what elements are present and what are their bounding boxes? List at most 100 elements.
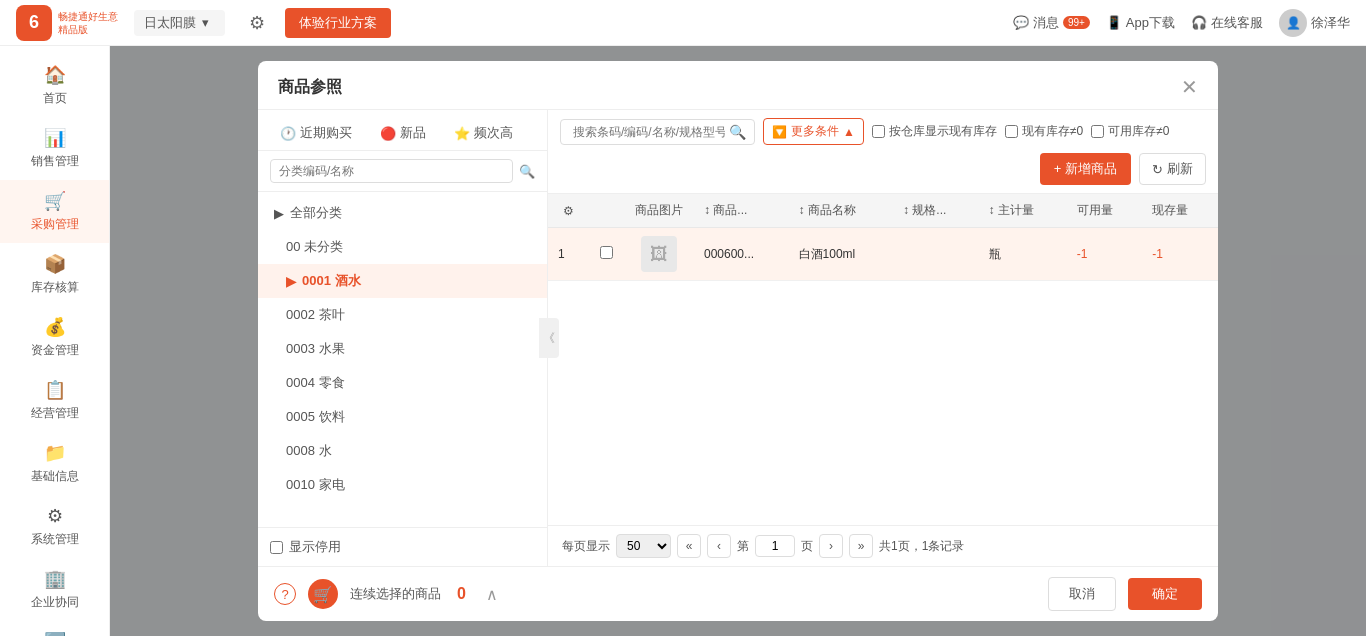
col-settings[interactable]: ⚙	[548, 194, 588, 228]
sidebar-item-label: 基础信息	[31, 468, 79, 485]
confirm-button[interactable]: 确定	[1128, 578, 1202, 610]
cell-check[interactable]	[588, 228, 624, 281]
refresh-button[interactable]: ↻ 刷新	[1139, 153, 1206, 185]
sidebar-item-guide[interactable]: 🆕 新手引导	[0, 621, 109, 636]
product-search-input[interactable]	[569, 120, 729, 144]
finance-icon: 💰	[44, 316, 66, 338]
selected-count: 0	[457, 585, 466, 603]
row-checkbox[interactable]	[600, 246, 613, 259]
category-search-input[interactable]	[270, 159, 513, 183]
tab-label: 近期购买	[300, 124, 352, 142]
recent-icon: 🕐	[280, 126, 296, 141]
sidebar-item-system[interactable]: ⚙ 系统管理	[0, 495, 109, 558]
customer-service-item[interactable]: 🎧 在线客服	[1191, 14, 1263, 32]
selected-label: 连续选择的商品	[350, 585, 441, 603]
category-label: 0002 茶叶	[286, 306, 345, 324]
tab-frequent[interactable]: ⭐ 频次高	[444, 118, 523, 150]
page-number-input[interactable]	[755, 535, 795, 557]
col-name[interactable]: ↕ 商品名称	[789, 194, 893, 228]
inventory-icon: 📦	[44, 253, 66, 275]
available-nonzero-checkbox[interactable]	[1091, 125, 1104, 138]
main-content: 商品参照 ✕ 🕐 近期购买 🔴 新品	[110, 46, 1366, 636]
available-nonzero-checkbox-label[interactable]: 可用库存≠0	[1091, 123, 1169, 140]
sidebar-item-sales[interactable]: 📊 销售管理	[0, 117, 109, 180]
avatar: 👤	[1279, 9, 1307, 37]
search-icon[interactable]: 🔍	[729, 124, 746, 140]
sidebar-item-business[interactable]: 📋 经营管理	[0, 369, 109, 432]
tab-new[interactable]: 🔴 新品	[370, 118, 436, 150]
cell-available: -1	[1067, 228, 1143, 281]
cart-icon[interactable]: 🛒	[308, 579, 338, 609]
category-panel: 🕐 近期购买 🔴 新品 ⭐ 频次高	[258, 110, 548, 566]
category-item-0003[interactable]: 0003 水果	[258, 332, 547, 366]
show-disabled-label[interactable]: 显示停用	[289, 538, 341, 556]
collapse-footer-icon[interactable]: ∧	[486, 585, 498, 604]
category-item-0001[interactable]: ▶ 0001 酒水	[258, 264, 547, 298]
col-stock: 现存量	[1142, 194, 1218, 228]
next-page-button[interactable]: ›	[819, 534, 843, 558]
col-code[interactable]: ↕ 商品...	[694, 194, 789, 228]
modal-title: 商品参照	[278, 77, 342, 98]
category-item-00[interactable]: 00 未分类	[258, 230, 547, 264]
category-item-0010[interactable]: 0010 家电	[258, 468, 547, 502]
cancel-button[interactable]: 取消	[1048, 577, 1116, 611]
sidebar-item-basics[interactable]: 📁 基础信息	[0, 432, 109, 495]
page-label: 第	[737, 538, 749, 555]
settings-icon[interactable]: ⚙	[241, 7, 273, 39]
cell-code: 000600...	[694, 228, 789, 281]
store-name: 日太阳膜	[144, 14, 196, 32]
category-item-0004[interactable]: 0004 零食	[258, 366, 547, 400]
refresh-label: 刷新	[1167, 160, 1193, 178]
table-row[interactable]: 1 🖼 000600... 白酒100ml 瓶 -1	[548, 228, 1218, 281]
close-button[interactable]: ✕	[1181, 75, 1198, 99]
per-page-label: 每页显示	[562, 538, 610, 555]
sidebar-item-enterprise[interactable]: 🏢 企业协同	[0, 558, 109, 621]
more-filter-button[interactable]: 🔽 更多条件 ▲	[763, 118, 864, 145]
modal-overlay: 商品参照 ✕ 🕐 近期购买 🔴 新品	[110, 46, 1366, 636]
help-button[interactable]: ?	[274, 583, 296, 605]
page-suffix: 页	[801, 538, 813, 555]
sidebar-item-purchase[interactable]: 🛒 采购管理	[0, 180, 109, 243]
category-item-all[interactable]: ▶ 全部分类	[258, 196, 547, 230]
app-download-item[interactable]: 📱 App下载	[1106, 14, 1175, 32]
warehouse-stock-checkbox-label[interactable]: 按仓库显示现有库存	[872, 123, 997, 140]
category-item-0005[interactable]: 0005 饮料	[258, 400, 547, 434]
col-check	[588, 194, 624, 228]
messages-item[interactable]: 💬 消息 99+	[1013, 14, 1090, 32]
app-icon: 📱	[1106, 15, 1122, 30]
search-icon[interactable]: 🔍	[519, 164, 535, 179]
category-item-0008[interactable]: 0008 水	[258, 434, 547, 468]
col-spec[interactable]: ↕ 规格...	[893, 194, 979, 228]
per-page-select[interactable]: 10 20 50 100	[616, 534, 671, 558]
enterprise-icon: 🏢	[44, 568, 66, 590]
product-reference-modal: 商品参照 ✕ 🕐 近期购买 🔴 新品	[258, 61, 1218, 621]
tab-recent[interactable]: 🕐 近期购买	[270, 118, 362, 150]
product-table: ⚙ 商品图片 ↕ 商品... ↕ 商品名称 ↕ 规格... ↕ 主计量 可用量 …	[548, 194, 1218, 281]
col-unit[interactable]: ↕ 主计量	[979, 194, 1067, 228]
collapse-icon: ▲	[843, 125, 855, 139]
toolbar-right-actions: + 新增商品 ↻ 刷新	[1040, 153, 1206, 185]
warehouse-stock-checkbox[interactable]	[872, 125, 885, 138]
new-icon: 🔴	[380, 126, 396, 141]
stock-nonzero-checkbox-label[interactable]: 现有库存≠0	[1005, 123, 1083, 140]
show-disabled-section: 显示停用	[258, 527, 547, 566]
sidebar-item-inventory[interactable]: 📦 库存核算	[0, 243, 109, 306]
prev-page-button[interactable]: ‹	[707, 534, 731, 558]
arrow-icon: ▶	[286, 274, 296, 289]
sidebar-item-home[interactable]: 🏠 首页	[0, 54, 109, 117]
sidebar-item-label: 库存核算	[31, 279, 79, 296]
modal-header: 商品参照 ✕	[258, 61, 1218, 110]
first-page-button[interactable]: «	[677, 534, 701, 558]
category-item-0002[interactable]: 0002 茶叶	[258, 298, 547, 332]
add-product-button[interactable]: + 新增商品	[1040, 153, 1131, 185]
user-profile[interactable]: 👤 徐泽华	[1279, 9, 1350, 37]
home-icon: 🏠	[44, 64, 66, 86]
trial-button[interactable]: 体验行业方案	[285, 8, 391, 38]
store-selector[interactable]: 日太阳膜 ▾	[134, 10, 225, 36]
show-disabled-checkbox[interactable]	[270, 541, 283, 554]
logo: 6 畅捷通好生意 精品版	[16, 5, 118, 41]
last-page-button[interactable]: »	[849, 534, 873, 558]
sidebar-item-finance[interactable]: 💰 资金管理	[0, 306, 109, 369]
stock-nonzero-checkbox[interactable]	[1005, 125, 1018, 138]
purchase-icon: 🛒	[44, 190, 66, 212]
